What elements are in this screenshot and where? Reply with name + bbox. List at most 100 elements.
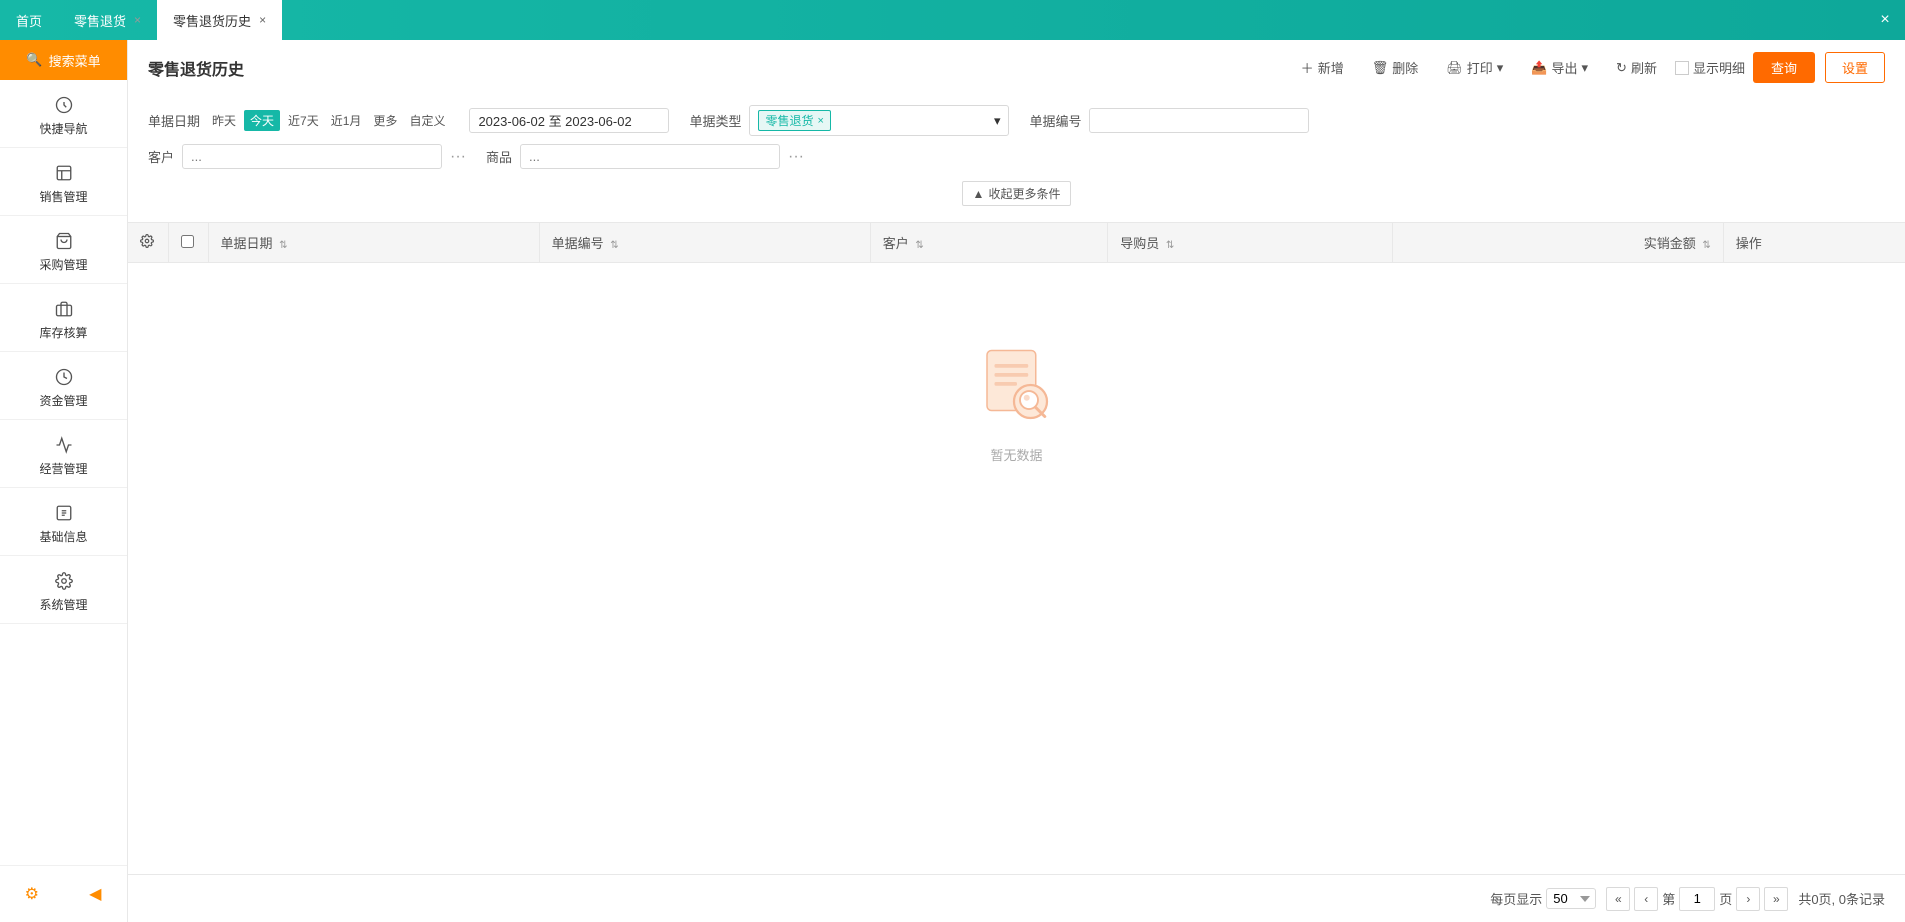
th-checkbox[interactable] [168, 223, 208, 263]
th-settings[interactable] [128, 223, 168, 263]
th-date-label: 单据日期 [221, 236, 273, 251]
search-icon: 🔍 [26, 52, 42, 68]
export-button[interactable]: 📤 导出 ▾ [1521, 53, 1598, 82]
display-switch-checkbox[interactable] [1675, 61, 1689, 75]
content-area: 零售退货历史 ＋ 新增 🗑 删除 🖨 打印 ▾ [128, 40, 1905, 922]
sidebar-item-finance[interactable]: 资金管理 [0, 352, 127, 420]
tab-retail-return-history-label: 零售退货历史 [173, 11, 251, 30]
page-header: 零售退货历史 ＋ 新增 🗑 删除 🖨 打印 ▾ [128, 40, 1905, 223]
delete-button[interactable]: 🗑 删除 [1362, 53, 1429, 82]
filter-date-label: 单据日期 [148, 111, 200, 130]
filter-row-1: 单据日期 昨天 今天 近7天 近1月 更多 自定义 [148, 105, 1885, 136]
sidebar-collapse-button[interactable]: ◀ [79, 878, 111, 910]
per-page-select: 每页显示 20 50 100 [1490, 888, 1596, 909]
filter-area: 单据日期 昨天 今天 近7天 近1月 更多 自定义 [148, 95, 1885, 222]
main-layout: 🔍 搜索菜单 快捷导航 销售管理 采购管理 库存核算 [0, 40, 1905, 922]
sidebar-item-purchase[interactable]: 采购管理 [0, 216, 127, 284]
select-all-checkbox[interactable] [181, 235, 194, 248]
query-button[interactable]: 查询 [1753, 52, 1815, 83]
display-switch[interactable]: 显示明细 [1675, 58, 1745, 77]
tab-home[interactable]: 首页 [0, 0, 58, 40]
filter-row-2: 客户 ··· 商品 ··· [148, 144, 1885, 169]
th-customer-sort: ⇅ [915, 240, 923, 251]
export-label: 导出 [1551, 58, 1577, 77]
sidebar-search[interactable]: 🔍 搜索菜单 [0, 40, 127, 80]
filter-type-select[interactable]: 零售退货 × ▾ [749, 105, 1009, 136]
sidebar: 🔍 搜索菜单 快捷导航 销售管理 采购管理 库存核算 [0, 40, 128, 922]
customer-ellipsis[interactable]: ··· [450, 148, 466, 166]
type-tag-close[interactable]: × [817, 115, 823, 127]
display-switch-label: 显示明细 [1693, 58, 1745, 77]
refresh-button[interactable]: ↻ 刷新 [1606, 53, 1667, 82]
date-option-1month[interactable]: 近1月 [327, 111, 366, 130]
window-close-button[interactable]: × [1865, 0, 1905, 40]
export-icon: 📤 [1531, 60, 1547, 76]
th-amount[interactable]: 实销金额 ⇅ [1392, 223, 1723, 263]
sidebar-item-operations[interactable]: 经营管理 [0, 420, 127, 488]
settings-button[interactable]: 设置 [1825, 52, 1885, 83]
page-prev-button[interactable]: ‹ [1634, 887, 1658, 911]
th-customer[interactable]: 客户 ⇅ [870, 223, 1108, 263]
page-label: 第 [1662, 889, 1675, 908]
date-option-more[interactable]: 更多 [369, 111, 401, 130]
pagination-bar: 每页显示 20 50 100 « ‹ 第 页 › » 共0页, 0条记录 [128, 874, 1905, 922]
tab-retail-return-label: 零售退货 [74, 11, 126, 30]
date-option-custom[interactable]: 自定义 [405, 111, 449, 130]
page-number-input[interactable] [1679, 887, 1715, 911]
refresh-label: 刷新 [1631, 58, 1657, 77]
page-next-button[interactable]: › [1736, 887, 1760, 911]
tab-retail-return-close[interactable]: × [134, 13, 141, 27]
delete-icon: 🗑 [1372, 60, 1389, 76]
page-title: 零售退货历史 [148, 56, 244, 80]
new-button[interactable]: ＋ 新增 [1291, 53, 1354, 82]
date-range-input[interactable] [469, 108, 669, 133]
customer-input[interactable] [182, 144, 442, 169]
type-tag-label: 零售退货 [765, 112, 813, 129]
sidebar-item-system[interactable]: 系统管理 [0, 556, 127, 624]
number-input[interactable] [1089, 108, 1309, 133]
goods-input[interactable] [520, 144, 780, 169]
tab-retail-return-history-close[interactable]: × [259, 13, 266, 27]
th-actions: 操作 [1723, 223, 1905, 263]
sidebar-item-basic-info-label: 基础信息 [39, 528, 87, 545]
th-amount-label: 实销金额 [1644, 236, 1696, 251]
table-wrapper: 单据日期 ⇅ 单据编号 ⇅ 客户 ⇅ 导购员 ⇅ [128, 223, 1905, 874]
tab-retail-return-history[interactable]: 零售退货历史 × [157, 0, 282, 40]
date-option-7days[interactable]: 近7天 [284, 111, 323, 130]
filter-customer-label: 客户 [148, 147, 174, 166]
goods-ellipsis[interactable]: ··· [788, 148, 804, 166]
th-date[interactable]: 单据日期 ⇅ [208, 223, 539, 263]
collapse-button[interactable]: ▲ 收起更多条件 [962, 181, 1072, 206]
page-first-button[interactable]: « [1606, 887, 1630, 911]
th-guide[interactable]: 导购员 ⇅ [1108, 223, 1392, 263]
print-button[interactable]: 🖨 打印 ▾ [1436, 53, 1513, 82]
filter-date-options: 昨天 今天 近7天 近1月 更多 自定义 [208, 110, 449, 131]
sidebar-item-quick-nav[interactable]: 快捷导航 [0, 80, 127, 148]
top-nav: 首页 零售退货 × 零售退货历史 × × [0, 0, 1905, 40]
per-page-dropdown[interactable]: 20 50 100 [1546, 888, 1596, 909]
sidebar-settings-button[interactable]: ⚙ [16, 878, 48, 910]
new-label: 新增 [1318, 58, 1344, 77]
refresh-icon: ↻ [1616, 60, 1627, 76]
data-table: 单据日期 ⇅ 单据编号 ⇅ 客户 ⇅ 导购员 ⇅ [128, 223, 1905, 544]
filter-date: 单据日期 昨天 今天 近7天 近1月 更多 自定义 [148, 110, 449, 131]
sales-icon [53, 162, 75, 184]
page-last-button[interactable]: » [1764, 887, 1788, 911]
sidebar-item-system-label: 系统管理 [39, 596, 87, 613]
date-option-yesterday[interactable]: 昨天 [208, 111, 240, 130]
sidebar-item-inventory[interactable]: 库存核算 [0, 284, 127, 352]
purchase-icon [53, 230, 75, 252]
th-amount-sort: ⇅ [1702, 240, 1710, 251]
sidebar-item-basic-info[interactable]: 基础信息 [0, 488, 127, 556]
tab-retail-return[interactable]: 零售退货 × [58, 0, 157, 40]
type-select-arrow: ▾ [994, 113, 1001, 129]
th-date-sort: ⇅ [279, 240, 287, 251]
inventory-icon [53, 298, 75, 320]
toolbar: ＋ 新增 🗑 删除 🖨 打印 ▾ 📤 导出 ▾ [1291, 52, 1885, 83]
new-icon: ＋ [1301, 58, 1314, 77]
sidebar-item-sales[interactable]: 销售管理 [0, 148, 127, 216]
print-label: 打印 [1467, 58, 1493, 77]
sidebar-search-label: 搜索菜单 [49, 51, 101, 70]
th-number[interactable]: 单据编号 ⇅ [539, 223, 870, 263]
date-option-today[interactable]: 今天 [244, 110, 280, 131]
